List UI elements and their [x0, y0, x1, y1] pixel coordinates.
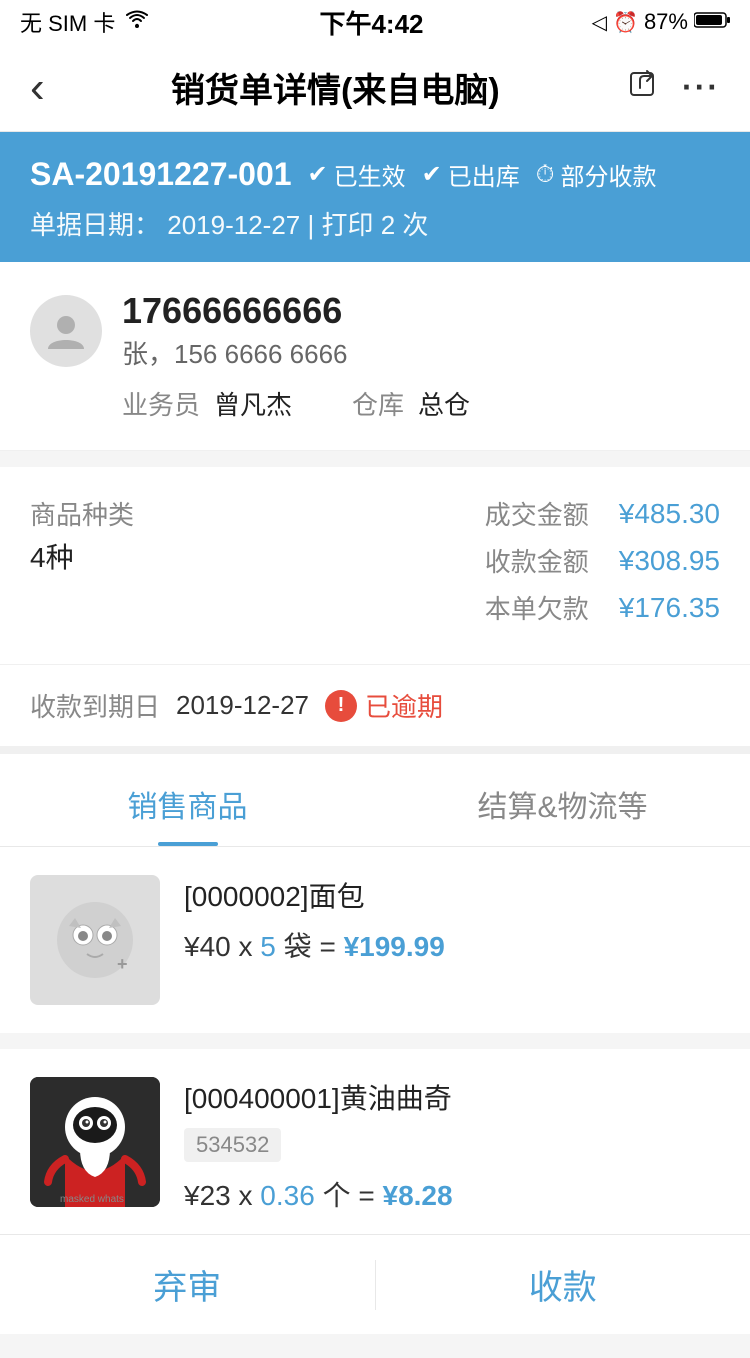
summary-section: 商品种类 4种 成交金额 ¥485.30 收款金额 ¥308.95 本单欠款 ¥…: [0, 467, 750, 665]
alarm-icon: ⏰: [613, 10, 638, 35]
status-time: 下午4:42: [319, 4, 423, 41]
product-price-cookie: ¥23 x 0.36 个 = ¥8.28: [184, 1174, 720, 1214]
svg-text:+: +: [117, 954, 128, 974]
sim-status: 无 SIM 卡: [20, 6, 115, 38]
category-label: 商品种类: [30, 495, 134, 532]
due-date-value: 2019-12-27: [176, 690, 309, 721]
product-info-cookie: [000400001]黄油曲奇 534532 ¥23 x 0.36 个 = ¥8…: [184, 1077, 720, 1214]
clock-icon: ⏱: [536, 161, 555, 189]
list-item: masked whats [000400001]黄油曲奇 534532 ¥23 …: [0, 1049, 750, 1242]
product-thumb-bread: +: [30, 875, 160, 1005]
product-name-cookie: [000400001]黄油曲奇: [184, 1077, 720, 1117]
product-thumb-cookie: masked whats: [30, 1077, 160, 1207]
battery-percentage: 87%: [644, 9, 688, 35]
product-tabs: 销售商品 结算&物流等: [0, 754, 750, 847]
debt-amount-value: ¥176.35: [619, 592, 720, 624]
order-id: SA-20191227-001: [30, 156, 292, 193]
customer-name: 张，156 6666 6666: [122, 334, 348, 371]
back-button[interactable]: ‹: [30, 63, 45, 113]
wifi-icon: [123, 9, 151, 35]
overdue-text: 已逾期: [365, 687, 443, 724]
status-partial: ⏱ 部分收款: [536, 157, 657, 192]
share-icon[interactable]: [626, 68, 658, 108]
tab-sales-products[interactable]: 销售商品: [0, 754, 375, 846]
customer-section: 17666666666 张，156 6666 6666 业务员 曾凡杰 仓库 总…: [0, 262, 750, 451]
cancel-button[interactable]: 弃审: [0, 1240, 375, 1329]
status-active: ✔ 已生效: [308, 157, 406, 192]
avatar: [30, 295, 102, 367]
battery-icon: [694, 9, 730, 35]
bottom-bar: 弃审 收款: [0, 1234, 750, 1334]
order-header: SA-20191227-001 ✔ 已生效 ✔ 已出库 ⏱ 部分收款 单据日期：…: [0, 132, 750, 262]
order-date-row: 单据日期： 2019-12-27 | 打印 2 次: [30, 205, 720, 242]
deal-amount-label: 成交金额: [485, 495, 589, 532]
product-list: + [0000002]面包 ¥40 x 5 袋 = ¥199.99: [0, 847, 750, 1242]
received-amount-value: ¥308.95: [619, 545, 720, 577]
product-name-bread: [0000002]面包: [184, 875, 720, 915]
check-out-icon: ✔: [422, 160, 442, 189]
received-amount-label: 收款金额: [485, 542, 589, 579]
product-price-bread: ¥40 x 5 袋 = ¥199.99: [184, 925, 720, 965]
overdue-badge: ! 已逾期: [325, 687, 443, 724]
confirm-button[interactable]: 收款: [376, 1240, 750, 1329]
customer-phone: 17666666666: [122, 290, 348, 332]
warehouse-info: 仓库 总仓: [352, 385, 470, 422]
status-out: ✔ 已出库: [422, 157, 520, 192]
debt-amount-label: 本单欠款: [485, 589, 589, 626]
more-icon[interactable]: ···: [682, 69, 720, 106]
category-value: 4种: [30, 536, 134, 576]
product-sku-cookie: 534532: [184, 1128, 281, 1162]
due-date-section: 收款到期日 2019-12-27 ! 已逾期: [0, 665, 750, 754]
nav-actions: ···: [626, 68, 720, 108]
deal-amount-value: ¥485.30: [619, 498, 720, 530]
svg-text:masked whats: masked whats: [60, 1194, 124, 1205]
overdue-icon: !: [325, 690, 357, 722]
check-active-icon: ✔: [308, 160, 328, 189]
product-info-bread: [0000002]面包 ¥40 x 5 袋 = ¥199.99: [184, 875, 720, 965]
amount-summary: 成交金额 ¥485.30 收款金额 ¥308.95 本单欠款 ¥176.35: [485, 495, 720, 636]
list-item: + [0000002]面包 ¥40 x 5 袋 = ¥199.99: [0, 847, 750, 1033]
status-right: ◁ ⏰ 87%: [592, 9, 730, 35]
salesperson-info: 业务员 曾凡杰: [122, 385, 292, 422]
tab-settlement[interactable]: 结算&物流等: [375, 754, 750, 846]
status-bar: 无 SIM 卡 下午4:42 ◁ ⏰ 87%: [0, 0, 750, 44]
location-icon: ◁: [592, 10, 607, 35]
status-left: 无 SIM 卡: [20, 6, 151, 38]
page-title: 销货单详情(来自电脑): [171, 63, 500, 112]
nav-bar: ‹ 销货单详情(来自电脑) ···: [0, 44, 750, 132]
due-date-label: 收款到期日: [30, 687, 160, 724]
